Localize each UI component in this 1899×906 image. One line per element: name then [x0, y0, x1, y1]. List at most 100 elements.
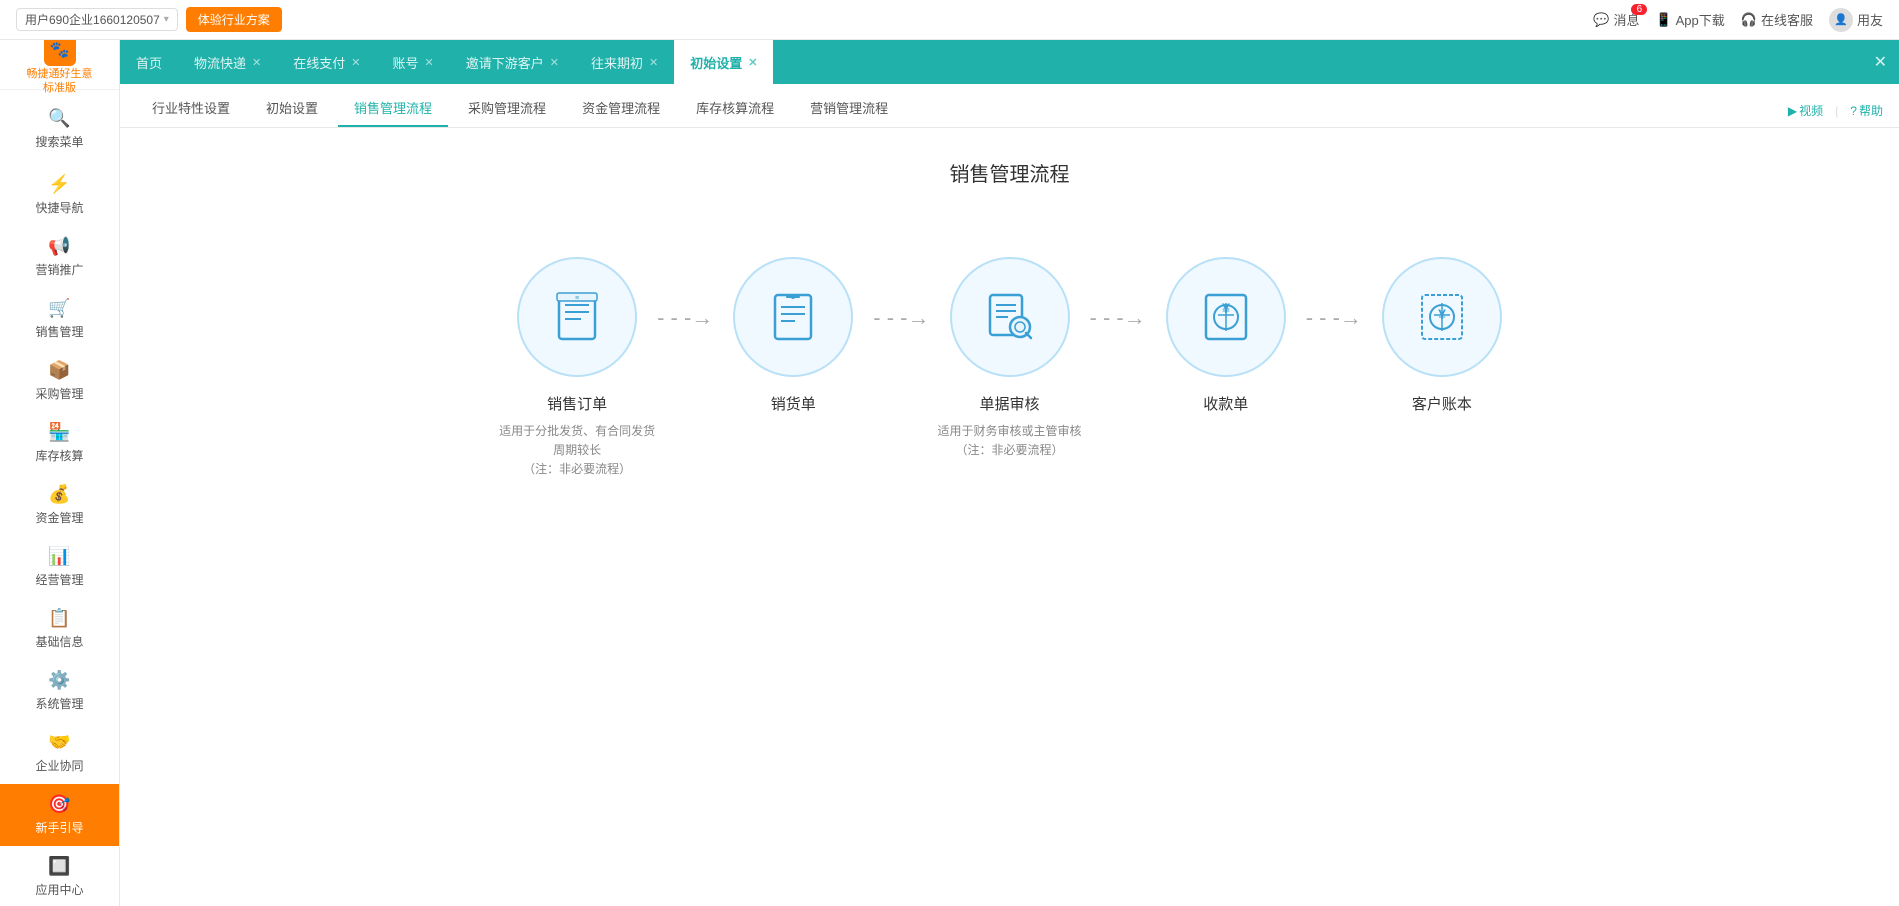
- sub-tab-inventory_flow[interactable]: 库存核算流程: [680, 90, 790, 127]
- newguide-icon: 🎯: [48, 794, 70, 815]
- system-icon: ⚙️: [48, 670, 70, 691]
- base-icon: 📋: [48, 608, 70, 629]
- sidebar-item-appcenter[interactable]: 🔲应用中心: [0, 846, 119, 906]
- flow-step-receipt[interactable]: ¥ 收款单: [1146, 257, 1306, 422]
- top-bar: 用户690企业1660120507 ▾ 体验行业方案 💬 消息 6 📱 App下…: [0, 0, 1899, 40]
- sidebar-item-newguide[interactable]: 🎯新手引导: [0, 784, 119, 846]
- nav-tab-payment[interactable]: 在线支付✕: [277, 40, 376, 84]
- sub-tab-purchase_flow[interactable]: 采购管理流程: [452, 90, 562, 127]
- separator: |: [1835, 104, 1838, 118]
- sub-tabs-right: ▶视频 | ?帮助: [1788, 102, 1883, 127]
- flow-step-sales_order[interactable]: ≡ 销售订单适用于分批发货、有合同发货周期较长（注：非必要流程）: [497, 257, 657, 480]
- messages-button[interactable]: 💬 消息 6: [1593, 10, 1639, 29]
- nav-tab-account[interactable]: 账号✕: [376, 40, 449, 84]
- sidebar-item-sales[interactable]: 🛒销售管理: [0, 288, 119, 350]
- flow-title-doc_review: 单据审核: [979, 393, 1039, 414]
- user-menu-button[interactable]: 👤 用友: [1829, 8, 1883, 32]
- content-area: 首页物流快递✕在线支付✕账号✕邀请下游客户✕往来期初✕初始设置✕✕ 行业特性设置…: [120, 40, 1899, 906]
- sidebar-item-quicknav[interactable]: ⚡快捷导航: [0, 164, 119, 226]
- flow-arrow-2: - - -→: [873, 257, 929, 331]
- app-label: App下载: [1676, 10, 1725, 29]
- flow-circle-receipt: ¥: [1166, 257, 1286, 377]
- purchase-icon: 📦: [48, 360, 70, 381]
- nav-tab-period[interactable]: 往来期初✕: [575, 40, 674, 84]
- close-tab-invite-icon[interactable]: ✕: [550, 56, 559, 69]
- flow-arrow-4: - - -→: [1306, 257, 1362, 331]
- user-menu-label: 用友: [1857, 10, 1883, 29]
- flow-step-customer_ledger[interactable]: ¥ 客户账本: [1362, 257, 1522, 422]
- sidebar-item-marketing[interactable]: 📢营销推广: [0, 226, 119, 288]
- avatar: 👤: [1829, 8, 1853, 32]
- sidebar-item-enterprise[interactable]: 🤝企业协同: [0, 722, 119, 784]
- close-tab-init-icon[interactable]: ✕: [748, 56, 757, 69]
- flow-desc-sales_order: 适用于分批发货、有合同发货周期较长（注：非必要流程）: [497, 422, 657, 480]
- appcenter-icon: 🔲: [48, 856, 70, 877]
- sidebar-search-section: 🔍 搜索菜单: [0, 90, 119, 164]
- user-selector[interactable]: 用户690企业1660120507 ▾: [16, 8, 178, 31]
- sidebar-item-inventory[interactable]: 🏪库存核算: [0, 412, 119, 474]
- flow-arrow-3: - - -→: [1090, 257, 1146, 331]
- flow-circle-customer_ledger: ¥: [1382, 257, 1502, 377]
- top-bar-right: 💬 消息 6 📱 App下载 🎧 在线客服 👤 用友: [1593, 8, 1883, 32]
- nav-items: ⚡快捷导航📢营销推广🛒销售管理📦采购管理🏪库存核算💰资金管理📊经营管理📋基础信息…: [0, 164, 119, 906]
- flow-title-sales_invoice: 销货单: [771, 393, 816, 414]
- quicknav-icon: ⚡: [48, 174, 70, 195]
- flow-step-sales_invoice[interactable]: 销货单: [713, 257, 873, 422]
- trial-button[interactable]: 体验行业方案: [186, 7, 282, 32]
- sales-icon: 🛒: [48, 298, 70, 319]
- search-menu-button[interactable]: 🔍 搜索菜单: [8, 98, 111, 160]
- flow-title-sales_order: 销售订单: [547, 393, 607, 414]
- sidebar-item-system[interactable]: ⚙️系统管理: [0, 660, 119, 722]
- sub-tab-right-help[interactable]: ?帮助: [1850, 102, 1883, 119]
- sidebar-logo: 🐾 畅捷通好生意 标准版: [0, 40, 119, 90]
- sub-tab-fund_flow[interactable]: 资金管理流程: [566, 90, 676, 127]
- search-icon: 🔍: [48, 108, 70, 129]
- sidebar-item-base[interactable]: 📋基础信息: [0, 598, 119, 660]
- sidebar-item-finance[interactable]: 💰资金管理: [0, 474, 119, 536]
- messages-badge: 6: [1631, 4, 1647, 15]
- marketing-icon: 📢: [48, 236, 70, 257]
- sidebar-item-operations[interactable]: 📊经营管理: [0, 536, 119, 598]
- service-button[interactable]: 🎧 在线客服: [1741, 10, 1813, 29]
- sidebar-item-purchase[interactable]: 📦采购管理: [0, 350, 119, 412]
- sub-tab-right-video[interactable]: ▶视频: [1788, 102, 1823, 119]
- sub-tab-marketing_flow[interactable]: 营销管理流程: [794, 90, 904, 127]
- flow-circle-doc_review: [950, 257, 1070, 377]
- sub-tab-industry[interactable]: 行业特性设置: [136, 90, 246, 127]
- close-tab-logistics-icon[interactable]: ✕: [252, 56, 261, 69]
- nav-tabs: 首页物流快递✕在线支付✕账号✕邀请下游客户✕往来期初✕初始设置✕✕: [120, 40, 1899, 84]
- sub-tab-init[interactable]: 初始设置: [250, 90, 334, 127]
- finance-icon: 💰: [48, 484, 70, 505]
- close-tab-account-icon[interactable]: ✕: [425, 56, 434, 69]
- flow-circle-sales_order: ≡: [517, 257, 637, 377]
- page-title: 销售管理流程: [140, 158, 1879, 187]
- sub-tab-sales_flow[interactable]: 销售管理流程: [338, 90, 448, 127]
- user-label: 用户690企业1660120507: [25, 11, 160, 28]
- chevron-down-icon: ▾: [164, 14, 169, 25]
- logo-icon: 🐾: [44, 40, 76, 66]
- close-all-tabs-button[interactable]: ✕: [1862, 40, 1899, 84]
- sidebar: 🐾 畅捷通好生意 标准版 🔍 搜索菜单 ⚡快捷导航📢营销推广🛒销售管理📦采购管理…: [0, 40, 120, 906]
- inventory-icon: 🏪: [48, 422, 70, 443]
- page-content: 销售管理流程 ≡ 销售订单适用于分批发货、有合同发货周期较长（注：非必要流程）-…: [120, 128, 1899, 906]
- nav-tab-invite[interactable]: 邀请下游客户✕: [450, 40, 575, 84]
- flow-step-doc_review[interactable]: 单据审核适用于财务审核或主管审核（注：非必要流程）: [930, 257, 1090, 460]
- flow-title-receipt: 收款单: [1203, 393, 1248, 414]
- message-icon: 💬: [1593, 12, 1609, 28]
- app-icon: 📱: [1655, 12, 1671, 28]
- enterprise-icon: 🤝: [48, 732, 70, 753]
- flow-title-customer_ledger: 客户账本: [1412, 393, 1472, 414]
- nav-tab-logistics[interactable]: 物流快递✕: [178, 40, 277, 84]
- operations-icon: 📊: [48, 546, 70, 567]
- flow-desc-doc_review: 适用于财务审核或主管审核（注：非必要流程）: [937, 422, 1081, 460]
- sub-tabs: 行业特性设置初始设置销售管理流程采购管理流程资金管理流程库存核算流程营销管理流程…: [120, 84, 1899, 128]
- app-download-button[interactable]: 📱 App下载: [1655, 10, 1724, 29]
- close-tab-payment-icon[interactable]: ✕: [351, 56, 360, 69]
- nav-tab-init[interactable]: 初始设置✕: [674, 40, 773, 84]
- close-tab-period-icon[interactable]: ✕: [649, 56, 658, 69]
- sub-tabs-left: 行业特性设置初始设置销售管理流程采购管理流程资金管理流程库存核算流程营销管理流程: [136, 90, 904, 127]
- flow-arrow-1: - - -→: [657, 257, 713, 331]
- main-layout: 🐾 畅捷通好生意 标准版 🔍 搜索菜单 ⚡快捷导航📢营销推广🛒销售管理📦采购管理…: [0, 40, 1899, 906]
- nav-tab-home[interactable]: 首页: [120, 40, 178, 84]
- flow-diagram: ≡ 销售订单适用于分批发货、有合同发货周期较长（注：非必要流程）- - -→ 销…: [140, 237, 1879, 500]
